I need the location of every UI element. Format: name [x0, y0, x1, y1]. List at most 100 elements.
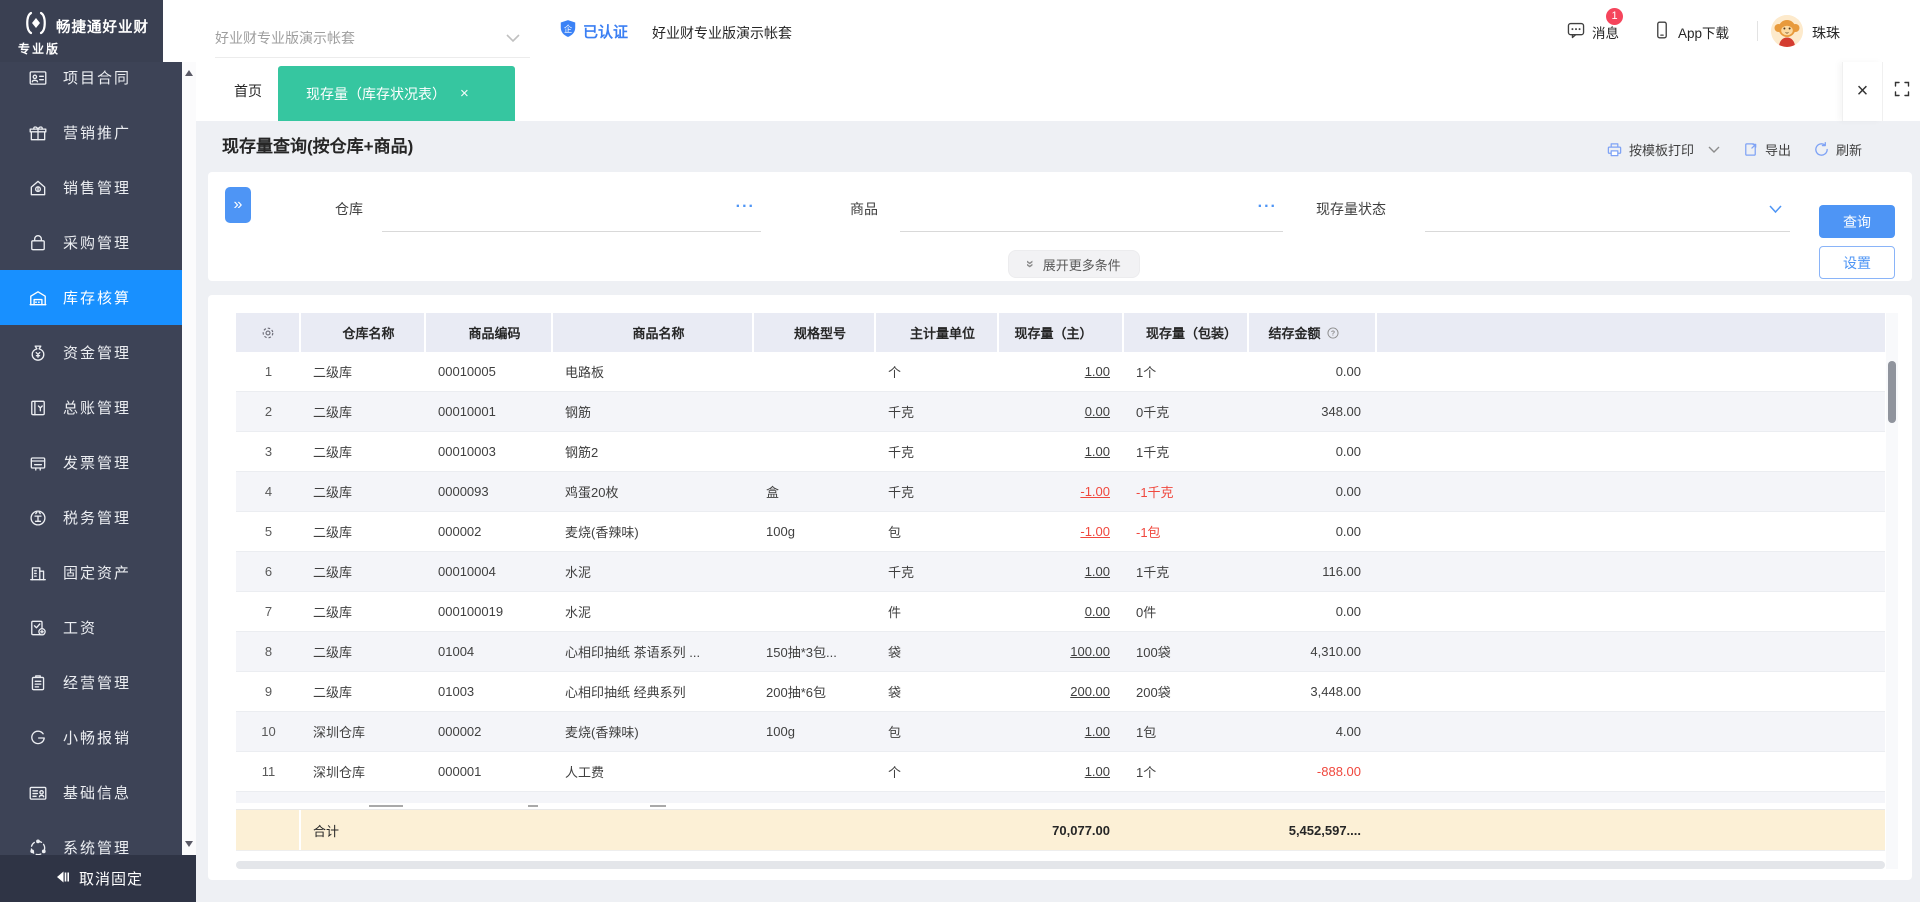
app-window: 畅捷通好业财 专业版 好业财专业版演示帐套 企 已认证 好业财专业版演示帐套 消… [0, 0, 1920, 902]
export-button[interactable]: 导出 [1742, 140, 1791, 159]
cell-qty-main-link[interactable]: 1.00 [1085, 724, 1110, 739]
cell-warehouse: 深圳仓库 [313, 725, 366, 740]
cell-goods-name: 钢筋 [565, 405, 592, 420]
topbar-divider [1757, 21, 1758, 41]
table-row[interactable]: 10 深圳仓库 000002 麦烧(香辣味) 100g 包 1.00 1包 4.… [236, 712, 1885, 752]
cell-qty-package: 1千克 [1136, 445, 1170, 460]
table-row[interactable]: 7 二级库 000100019 水泥 件 0.00 0件 0.00 [236, 592, 1885, 632]
cell-qty-main-link[interactable]: 0.00 [1085, 404, 1110, 419]
cell-qty-main-link[interactable]: -1.00 [1080, 484, 1110, 499]
refresh-icon [1813, 141, 1830, 158]
sidebar-item-purchase[interactable]: 采购管理 [0, 215, 182, 270]
sidebar-item-invoice[interactable]: 发票管理 [0, 435, 182, 490]
user-avatar[interactable] [1771, 15, 1803, 47]
query-button[interactable]: 查询 [1819, 205, 1895, 238]
cell-unit: 个 [888, 365, 902, 380]
sidebar-item-label: 税务管理 [63, 510, 132, 527]
cell-goods-code: 01003 [438, 684, 475, 699]
sidebar-item-tax[interactable]: 税务管理 [0, 490, 182, 545]
sidebar-item-fixed-assets[interactable]: 固定资产 [0, 545, 182, 600]
cell-qty-package: 1千克 [1136, 565, 1170, 580]
goods-filter-input[interactable]: ... [900, 186, 1283, 232]
table-row[interactable]: 11 深圳仓库 000001 人工费 个 1.00 1个 -888.00 [236, 752, 1885, 792]
cell-goods-name: 水泥 [565, 565, 592, 580]
cell-amount: 0.00 [1335, 484, 1361, 499]
unpin-sidebar-button[interactable]: 取消固定 [0, 855, 196, 902]
column-header: 商品名称 [553, 313, 754, 352]
brand-logo: 畅捷通好业财 专业版 [0, 0, 163, 62]
sidebar-item-base-info[interactable]: 基础信息 [0, 765, 182, 820]
ellipsis-picker-icon[interactable]: ... [1258, 194, 1277, 212]
sidebar-item-project-contract[interactable]: 项目合同 [0, 62, 182, 105]
table-row[interactable]: 3 二级库 00010003 钢筋2 千克 1.00 1千克 0.00 [236, 432, 1885, 472]
horizontal-scrollbar[interactable] [236, 861, 1885, 869]
sidebar-item-expense[interactable]: 小畅报销 [0, 710, 182, 765]
column-header: 现存量（主） [999, 313, 1124, 352]
cell-warehouse: 二级库 [313, 365, 353, 380]
tab-close-icon[interactable]: × [460, 86, 469, 101]
table-row[interactable]: 8 二级库 01004 心相印抽纸 茶语系列 ... 150抽*3包... 袋 … [236, 632, 1885, 672]
cell-qty-main-link[interactable]: 1.00 [1085, 444, 1110, 459]
table-row[interactable]: 9 二级库 01003 心相印抽纸 经典系列 200抽*6包 袋 200.00 … [236, 672, 1885, 712]
sidebar-scrollbar[interactable] [182, 62, 196, 855]
help-circle-icon[interactable]: ? [1326, 326, 1340, 340]
cell-qty-main-link[interactable]: 1.00 [1085, 564, 1110, 579]
sidebar-item-system[interactable]: 系统管理 [0, 820, 182, 855]
column-settings-gear-icon[interactable] [236, 313, 301, 352]
sidebar-item-operations[interactable]: 经营管理 [0, 655, 182, 710]
cell-qty-main-link[interactable]: 100.00 [1070, 644, 1110, 659]
system-icon [28, 838, 48, 856]
sidebar-item-funds[interactable]: 资金管理 [0, 325, 182, 380]
account-set-select[interactable]: 好业财专业版演示帐套 [215, 20, 530, 58]
tab-home[interactable]: 首页 [218, 62, 278, 121]
table-row[interactable]: 1 二级库 00010005 电路板 个 1.00 1个 0.00 [236, 352, 1885, 392]
tab-inventory-report[interactable]: 现存量（库存状况表） × [278, 66, 515, 121]
refresh-button[interactable]: 刷新 [1813, 140, 1862, 159]
tax-icon [28, 508, 48, 528]
chevron-down-icon[interactable] [1708, 146, 1720, 154]
cell-warehouse: 二级库 [313, 605, 353, 620]
cell-qty-package: 1包 [1136, 725, 1157, 740]
table-row[interactable]: 2 二级库 00010001 钢筋 千克 0.00 0千克 348.00 [236, 392, 1885, 432]
sidebar-item-sales[interactable]: 销售管理 [0, 160, 182, 215]
warehouse-filter-input[interactable]: ... [382, 186, 761, 232]
collapse-filter-button[interactable]: » [225, 187, 251, 223]
cell-qty-main-link[interactable]: 1.00 [1085, 764, 1110, 779]
settings-button[interactable]: 设置 [1819, 246, 1895, 279]
cell-qty-main-link[interactable]: 0.00 [1085, 604, 1110, 619]
sidebar-item-label: 基础信息 [63, 785, 132, 802]
cell-goods-name: 心相印抽纸 经典系列 [565, 685, 686, 700]
fullscreen-button[interactable] [1882, 62, 1920, 121]
cell-qty-main-link[interactable]: 1.00 [1085, 364, 1110, 379]
vertical-scrollbar-thumb[interactable] [1888, 361, 1896, 423]
close-all-tabs-button[interactable]: × [1842, 62, 1882, 121]
cell-qty-main-link[interactable]: -1.00 [1080, 524, 1110, 539]
user-name: 珠珠 [1812, 25, 1840, 41]
operations-icon [28, 673, 48, 693]
scroll-down-icon[interactable] [185, 841, 193, 847]
expand-more-conditions-button[interactable]: » 展开更多条件 [1008, 250, 1140, 278]
svg-text:?: ? [1330, 330, 1334, 337]
sidebar-item-payroll[interactable]: 工资 [0, 600, 182, 655]
table-row[interactable]: 4 二级库 0000093 鸡蛋20枚 盒 千克 -1.00 -1千克 0.00 [236, 472, 1885, 512]
page-title: 现存量查询(按仓库+商品) [222, 137, 414, 156]
ellipsis-picker-icon[interactable]: ... [736, 194, 755, 212]
sidebar-item-marketing[interactable]: 营销推广 [0, 105, 182, 160]
cell-qty-main-link[interactable]: 200.00 [1070, 684, 1110, 699]
stock-status-filter-select[interactable] [1425, 186, 1790, 232]
table-row[interactable]: 5 二级库 000002 麦烧(香辣味) 100g 包 -1.00 -1包 0.… [236, 512, 1885, 552]
cell-goods-code: 000002 [438, 724, 482, 739]
column-header: 主计量单位 [876, 313, 999, 352]
table-row[interactable]: 6 二级库 00010004 水泥 千克 1.00 1千克 116.00 [236, 552, 1885, 592]
vertical-scrollbar[interactable] [1886, 313, 1898, 869]
chevron-down-icon [506, 34, 520, 43]
app-download-button[interactable]: App下载 [1652, 20, 1729, 43]
cell-qty-package: -1包 [1136, 525, 1161, 540]
print-by-template-button[interactable]: 按模板打印 [1606, 140, 1720, 159]
cell-amount: 0.00 [1335, 524, 1361, 539]
page-content: 现存量查询(按仓库+商品) 按模板打印 导出 刷新 » 仓库 ... 商品 ..… [196, 121, 1920, 902]
scroll-up-icon[interactable] [185, 70, 193, 76]
sidebar-item-inventory[interactable]: 库存核算 [0, 270, 182, 325]
chevron-down-icon[interactable] [1769, 205, 1782, 214]
sidebar-item-ledger[interactable]: 总账管理 [0, 380, 182, 435]
